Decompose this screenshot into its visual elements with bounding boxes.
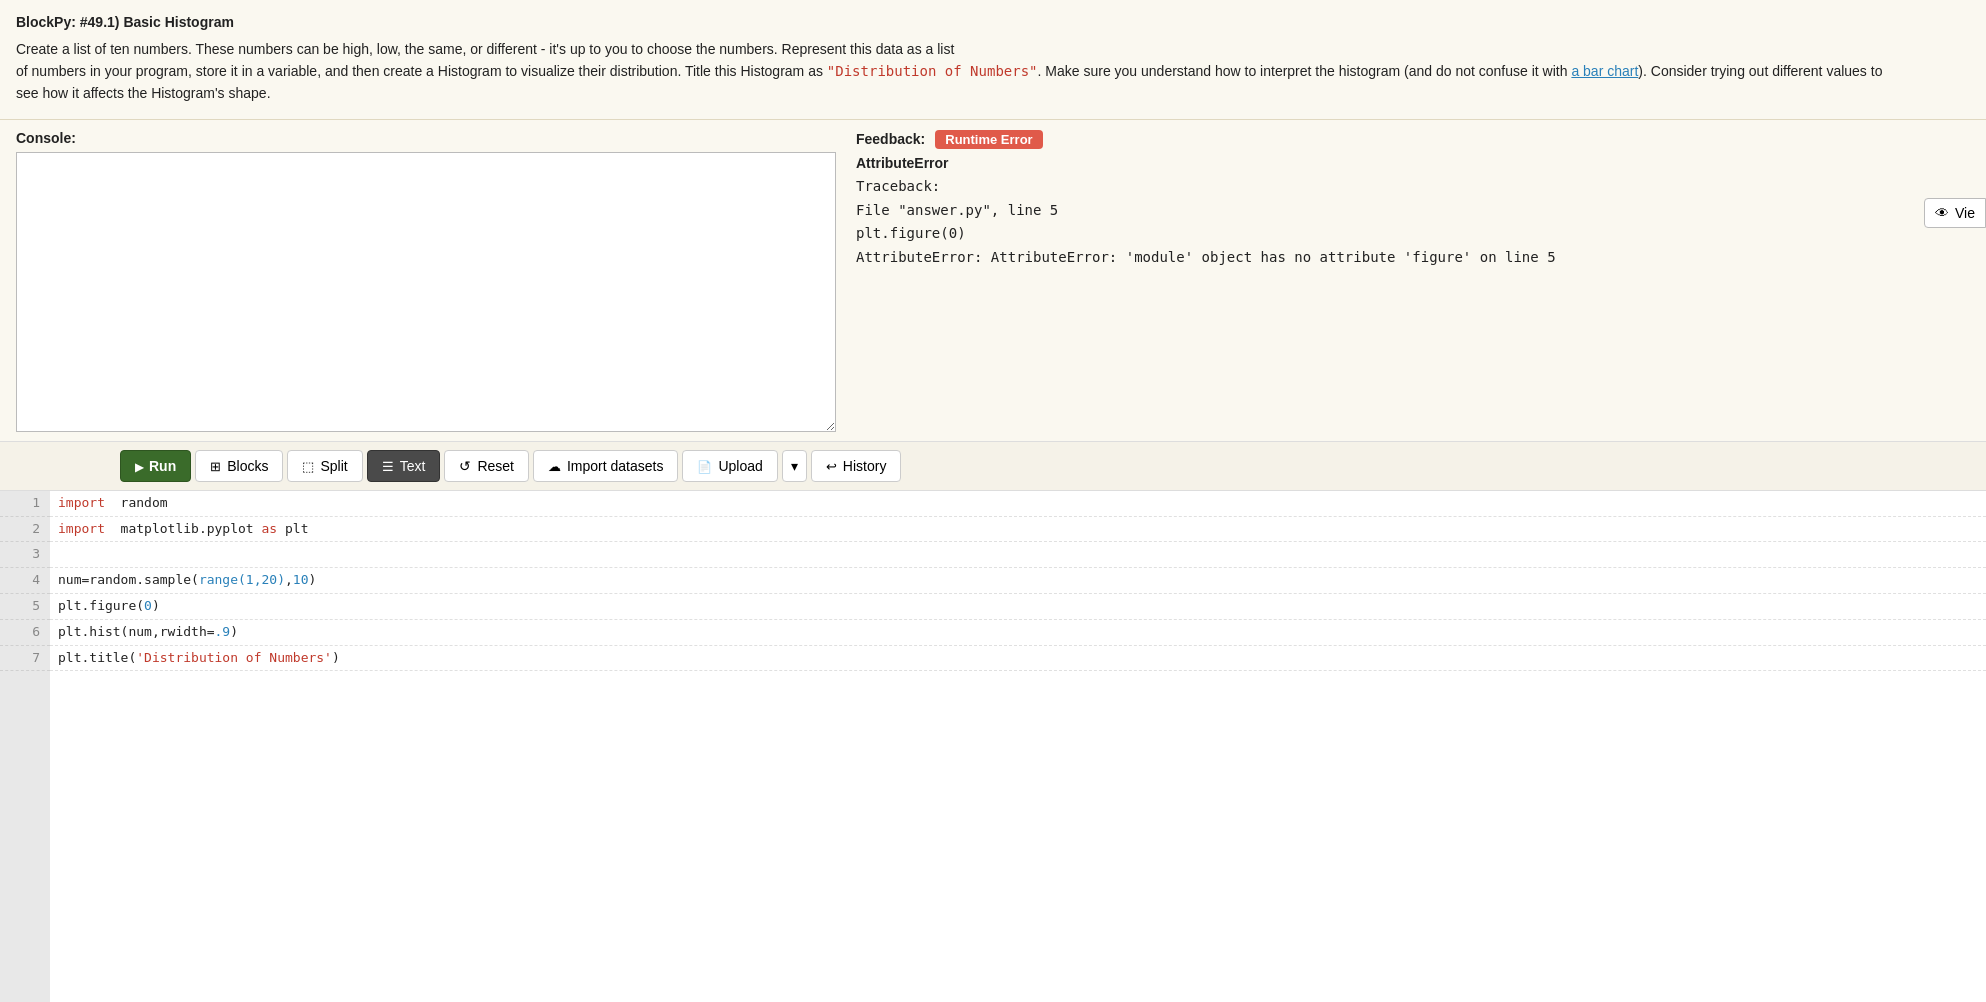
description-area: BlockPy: #49.1) Basic Histogram Create a… <box>0 0 1986 120</box>
import-label: Import datasets <box>567 458 664 474</box>
line-num-2: 2 <box>0 517 50 543</box>
reset-icon <box>459 458 471 474</box>
code-editor[interactable]: import random import matplotlib.pyplot a… <box>50 491 1986 1002</box>
desc-line2: of numbers in your program, store it in … <box>16 63 827 79</box>
run-button[interactable]: Run <box>120 450 191 482</box>
error-code-line: plt.figure(0) <box>856 222 1970 246</box>
feedback-section: Feedback: Runtime Error AttributeError T… <box>856 130 1970 435</box>
line-num-7: 7 <box>0 646 50 672</box>
code-line-4: num=random.sample(range(1,20),10) <box>50 568 1986 594</box>
feedback-header: Feedback: Runtime Error <box>856 130 1970 149</box>
split-label: Split <box>320 458 347 474</box>
feedback-label: Feedback: <box>856 131 925 147</box>
line-num-5: 5 <box>0 594 50 620</box>
file-line: File "answer.py", line 5 <box>856 199 1970 223</box>
console-label: Console: <box>16 130 836 146</box>
reset-button[interactable]: Reset <box>444 450 529 482</box>
upload-label: Upload <box>718 458 762 474</box>
run-label: Run <box>149 458 176 474</box>
upload-dropdown-button[interactable]: ▾ <box>782 450 807 482</box>
traceback-label: Traceback: <box>856 175 1970 199</box>
description-paragraph: Create a list of ten numbers. These numb… <box>16 38 1970 105</box>
desc-line5: see how it affects the Histogram's shape… <box>16 85 271 101</box>
line-num-3: 3 <box>0 542 50 568</box>
feedback-body: Traceback: File "answer.py", line 5 plt.… <box>856 175 1970 270</box>
error-message: AttributeError: AttributeError: 'module'… <box>856 246 1970 270</box>
code-line-3 <box>50 542 1986 568</box>
page-title: BlockPy: #49.1) Basic Histogram <box>16 12 1970 34</box>
line-numbers: 1 2 3 4 5 6 7 <box>0 491 50 1002</box>
code-line-5: plt.figure(0) <box>50 594 1986 620</box>
eye-icon: 👁 <box>1935 205 1949 221</box>
view-label: Vie <box>1955 205 1975 221</box>
run-icon <box>135 458 143 474</box>
history-icon <box>826 458 837 474</box>
editor-area: 1 2 3 4 5 6 7 import random import matpl… <box>0 491 1986 1002</box>
console-textarea[interactable] <box>16 152 836 432</box>
blocks-label: Blocks <box>227 458 268 474</box>
line-num-1: 1 <box>0 491 50 517</box>
code-line-2: import matplotlib.pyplot as plt <box>50 517 1986 543</box>
upload-icon <box>697 458 712 474</box>
upload-button[interactable]: Upload <box>682 450 777 482</box>
blocks-icon <box>210 458 221 474</box>
code-line-1: import random <box>50 491 1986 517</box>
reset-label: Reset <box>477 458 514 474</box>
page-wrapper: BlockPy: #49.1) Basic Histogram Create a… <box>0 0 1986 1002</box>
line-num-4: 4 <box>0 568 50 594</box>
code-snippet: "Distribution of Numbers" <box>827 63 1038 79</box>
line-num-6: 6 <box>0 620 50 646</box>
text-button[interactable]: Text <box>367 450 441 482</box>
text-icon <box>382 458 394 474</box>
blocks-button[interactable]: Blocks <box>195 450 283 482</box>
history-button[interactable]: History <box>811 450 902 482</box>
import-button[interactable]: Import datasets <box>533 450 679 482</box>
console-feedback-row: Console: Feedback: Runtime Error Attribu… <box>0 120 1986 441</box>
feedback-error-title: AttributeError <box>856 155 1970 171</box>
console-section: Console: <box>16 130 836 435</box>
toolbar: Run Blocks Split Text Reset Import datas… <box>0 441 1986 491</box>
history-label: History <box>843 458 887 474</box>
desc-line4: ). Consider trying out different values … <box>1638 63 1882 79</box>
chevron-down-icon: ▾ <box>791 458 798 474</box>
text-label: Text <box>400 458 426 474</box>
bar-chart-link[interactable]: a bar chart <box>1571 63 1638 79</box>
desc-line3: . Make sure you understand how to interp… <box>1038 63 1572 79</box>
code-line-7: plt.title('Distribution of Numbers') <box>50 646 1986 672</box>
desc-line1: Create a list of ten numbers. These numb… <box>16 41 954 57</box>
view-button[interactable]: 👁 Vie <box>1924 198 1986 228</box>
import-icon <box>548 458 561 474</box>
runtime-error-badge: Runtime Error <box>935 130 1042 149</box>
split-button[interactable]: Split <box>287 450 362 482</box>
code-line-6: plt.hist(num,rwidth=.9) <box>50 620 1986 646</box>
split-icon <box>302 458 314 474</box>
